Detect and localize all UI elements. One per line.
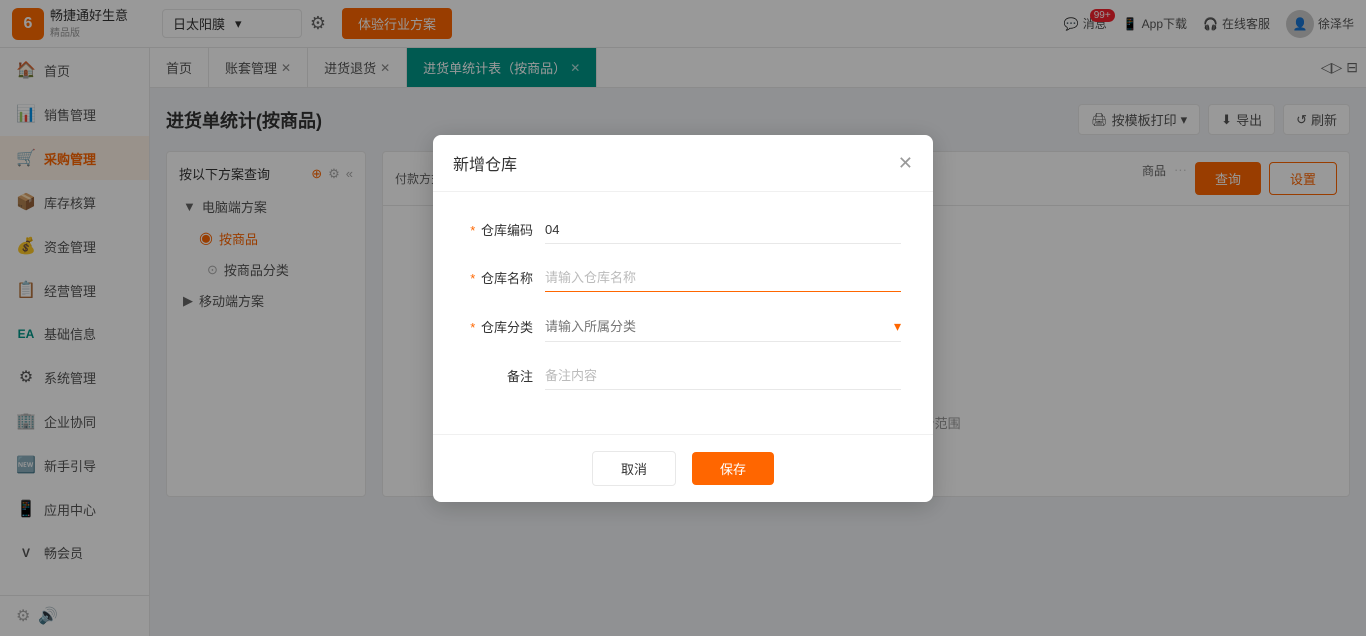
note-label: 备注: [465, 366, 545, 385]
cancel-button[interactable]: 取消: [592, 451, 676, 486]
form-row-code: * 仓库编码: [465, 216, 901, 244]
category-select-input[interactable]: [545, 319, 894, 334]
modal-overlay: 新增仓库 ✕ * 仓库编码 * 仓库名称: [0, 0, 1366, 636]
warehouse-code-input[interactable]: [545, 216, 901, 244]
form-row-note: 备注: [465, 362, 901, 390]
warehouse-note-input[interactable]: [545, 362, 901, 390]
dialog-footer: 取消 保存: [433, 434, 933, 502]
dialog-close-button[interactable]: ✕: [898, 154, 913, 172]
code-label: * 仓库编码: [465, 220, 545, 239]
name-label: * 仓库名称: [465, 268, 545, 287]
category-dropdown-icon: ▾: [894, 318, 901, 335]
add-warehouse-dialog: 新增仓库 ✕ * 仓库编码 * 仓库名称: [433, 135, 933, 502]
category-label: * 仓库分类: [465, 317, 545, 336]
form-row-name: * 仓库名称: [465, 264, 901, 292]
category-select[interactable]: ▾: [545, 312, 901, 342]
form-row-category: * 仓库分类 ▾: [465, 312, 901, 342]
dialog-title: 新增仓库: [453, 151, 517, 175]
dialog-body: * 仓库编码 * 仓库名称 * 仓库分类: [433, 192, 933, 434]
warehouse-name-input[interactable]: [545, 264, 901, 292]
save-button[interactable]: 保存: [692, 452, 774, 485]
dialog-header: 新增仓库 ✕: [433, 135, 933, 192]
